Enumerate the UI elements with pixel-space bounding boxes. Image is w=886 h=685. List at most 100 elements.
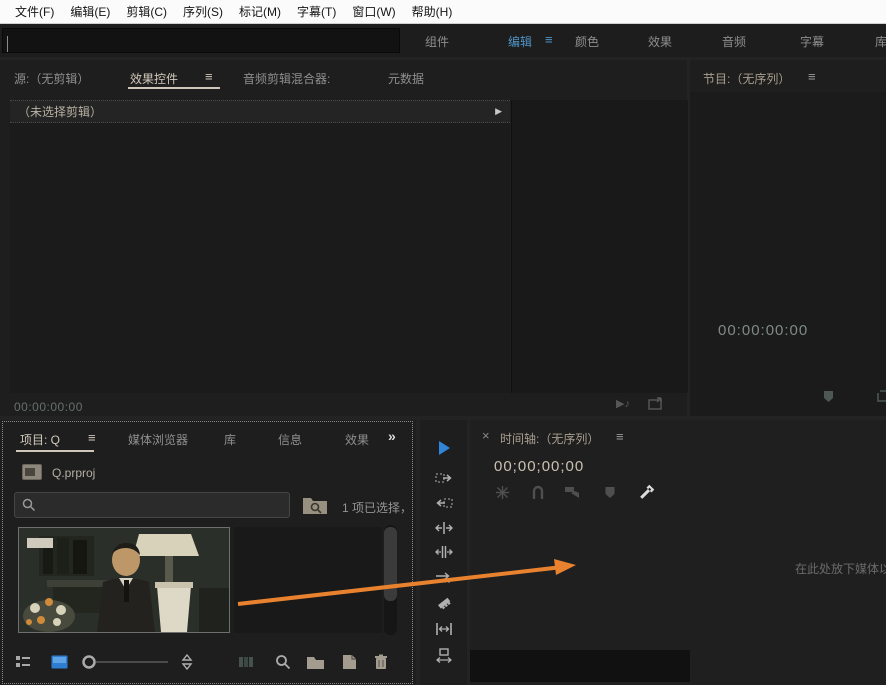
add-marker-icon[interactable] <box>822 390 835 403</box>
tab-media-browser[interactable]: 媒体浏览器 <box>128 431 188 448</box>
empty-grid-cell <box>234 527 382 633</box>
new-bin-button[interactable] <box>304 652 326 672</box>
menu-help[interactable]: 帮助(H) <box>405 1 460 22</box>
selection-tool-icon <box>436 440 452 456</box>
timeline-timecode[interactable]: 00;00;00;00 <box>494 458 584 475</box>
workspace-menu-icon[interactable]: ≡ <box>545 32 553 47</box>
track-select-backward-icon <box>435 496 453 510</box>
menu-bar: 文件(F) 编辑(E) 剪辑(C) 序列(S) 标记(M) 字幕(T) 窗口(W… <box>0 0 886 24</box>
project-scrollbar-track[interactable] <box>384 525 397 635</box>
slide-tool[interactable] <box>434 646 454 666</box>
menu-file[interactable]: 文件(F) <box>8 1 61 22</box>
workspace-tab-effects[interactable]: 效果 <box>648 33 672 50</box>
tab-libraries[interactable]: 库 <box>224 431 236 448</box>
timeline-marker-icon <box>604 486 616 499</box>
zoom-slider[interactable] <box>82 655 172 669</box>
text-caret <box>7 36 8 52</box>
workspace-search-box[interactable] <box>2 28 400 53</box>
timeline-panel-title[interactable]: 时间轴:（无序列） <box>500 430 599 447</box>
timeline-panel: × 时间轴:（无序列） ≡ 00;00;00;00 <box>470 420 886 685</box>
source-timecode[interactable]: 00:00:00:00 <box>14 400 83 414</box>
sort-icons-button[interactable] <box>176 652 198 672</box>
linked-selection-button[interactable] <box>562 483 582 501</box>
new-item-icon <box>342 654 357 670</box>
sort-icon <box>180 654 194 670</box>
menu-captions[interactable]: 字幕(T) <box>290 1 343 22</box>
automate-to-sequence-button[interactable] <box>236 652 258 672</box>
effect-controls-panel-menu-icon[interactable]: ≡ <box>205 69 213 84</box>
premiere-app-window: 文件(F) 编辑(E) 剪辑(C) 序列(S) 标记(M) 字幕(T) 窗口(W… <box>0 0 886 685</box>
project-panel-menu-icon[interactable]: ≡ <box>88 430 96 445</box>
wrench-icon <box>638 484 655 501</box>
tab-overflow-chevron-icon[interactable]: » <box>388 428 396 444</box>
find-button[interactable] <box>272 652 294 672</box>
program-monitor-panel: 节目:（无序列） ≡ 00:00:00:00 <box>690 60 886 416</box>
project-scrollbar-thumb[interactable] <box>384 527 397 601</box>
tab-effects[interactable]: 效果 <box>345 431 369 448</box>
project-file-name[interactable]: Q.prproj <box>52 466 95 480</box>
timeline-panel-menu-icon[interactable]: ≡ <box>616 429 624 444</box>
play-audio-icon[interactable]: ▶♪ <box>616 397 630 410</box>
effect-controls-timeline-lane <box>511 100 688 393</box>
workspace-tab-assembly[interactable]: 组件 <box>425 33 449 50</box>
tab-effect-controls[interactable]: 效果控件 <box>130 70 178 87</box>
program-timecode[interactable]: 00:00:00:00 <box>718 322 808 339</box>
slide-tool-icon <box>435 648 453 664</box>
list-view-icon <box>15 655 31 669</box>
selection-status: 1 项已选择，共… <box>342 499 412 516</box>
workspace-tab-audio[interactable]: 音频 <box>722 33 746 50</box>
razor-tool[interactable] <box>434 593 454 613</box>
zoom-slider-knob[interactable] <box>84 657 95 668</box>
project-search-input[interactable] <box>14 492 290 518</box>
tab-info[interactable]: 信息 <box>278 431 302 448</box>
nest-sequence-icon <box>495 485 510 500</box>
tab-project[interactable]: 项目: Q <box>20 431 60 448</box>
slip-tool[interactable] <box>434 619 454 639</box>
clip-thumbnail[interactable] <box>18 527 230 633</box>
close-panel-icon[interactable]: × <box>482 428 490 443</box>
menu-clip[interactable]: 剪辑(C) <box>119 1 174 22</box>
timeline-drop-hint: 在此处放下媒体以 <box>795 560 886 577</box>
delete-button[interactable] <box>370 652 392 672</box>
selection-tool[interactable] <box>434 438 454 458</box>
snap-button[interactable] <box>528 483 548 501</box>
rolling-edit-tool[interactable] <box>434 542 454 562</box>
menu-markers[interactable]: 标记(M) <box>232 1 288 22</box>
expand-triangle-icon[interactable]: ▶ <box>495 106 502 117</box>
razor-tool-icon <box>436 595 452 611</box>
new-bin-icon <box>306 655 325 670</box>
workspace-tab-captions[interactable]: 字幕 <box>800 33 824 50</box>
rate-stretch-icon <box>435 571 453 585</box>
export-frame-icon[interactable] <box>648 396 665 411</box>
rate-stretch-tool[interactable] <box>434 568 454 588</box>
insert-nest-sequence-button[interactable] <box>492 483 512 501</box>
icon-view-button[interactable] <box>48 652 70 672</box>
timeline-track-footer <box>470 650 690 682</box>
active-tab-underline <box>128 87 220 89</box>
no-clip-selected-label: （未选择剪辑） <box>18 103 102 120</box>
tab-audio-clip-mixer[interactable]: 音频剪辑混合器: <box>243 70 330 87</box>
track-select-forward-tool[interactable] <box>434 468 454 488</box>
magnet-icon <box>531 485 545 500</box>
timeline-display-settings-button[interactable] <box>636 483 656 501</box>
workspace-tab-editing[interactable]: 编辑 <box>508 33 532 50</box>
track-select-backward-tool[interactable] <box>434 493 454 513</box>
search-bin-icon[interactable] <box>302 495 328 515</box>
project-file-icon <box>22 464 42 480</box>
list-view-button[interactable] <box>12 652 34 672</box>
add-marker-button[interactable] <box>600 483 620 501</box>
slip-tool-icon <box>435 622 453 636</box>
workspace-tab-libraries[interactable]: 库 <box>875 33 886 50</box>
icon-view-icon <box>51 655 68 669</box>
ripple-edit-tool[interactable] <box>434 518 454 538</box>
program-panel-menu-icon[interactable]: ≡ <box>808 69 816 84</box>
workspace-tab-color[interactable]: 颜色 <box>575 33 599 50</box>
menu-window[interactable]: 窗口(W) <box>345 1 402 22</box>
tab-metadata[interactable]: 元数据 <box>388 70 424 87</box>
export-frame-partial-icon[interactable] <box>876 390 886 403</box>
new-item-button[interactable] <box>338 652 360 672</box>
menu-sequence[interactable]: 序列(S) <box>176 1 230 22</box>
tab-source-monitor[interactable]: 源:（无剪辑） <box>14 70 89 87</box>
menu-edit[interactable]: 编辑(E) <box>63 1 117 22</box>
program-panel-title[interactable]: 节目:（无序列） <box>703 70 790 87</box>
